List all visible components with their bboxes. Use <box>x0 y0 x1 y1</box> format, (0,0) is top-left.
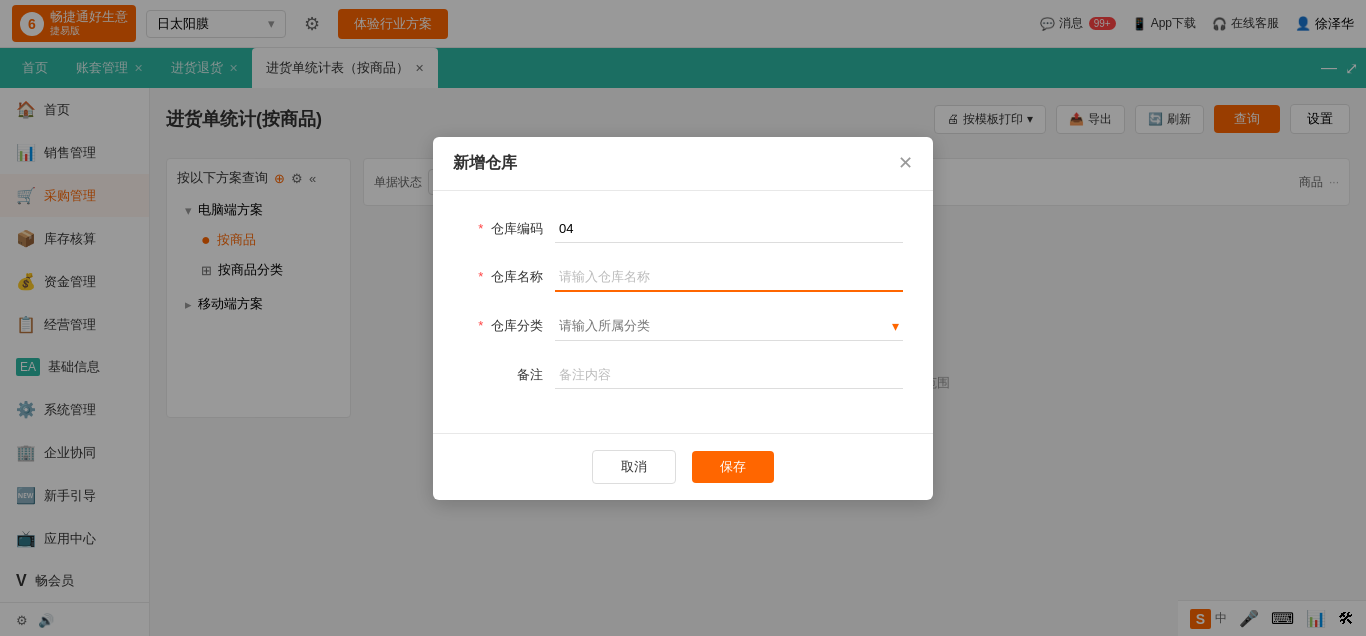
warehouse-type-select[interactable]: ▾ <box>555 312 903 341</box>
remark-input[interactable] <box>555 361 903 389</box>
save-button[interactable]: 保存 <box>692 451 774 483</box>
form-row-type: * 仓库分类 ▾ <box>463 312 903 341</box>
modal-body: * 仓库编码 * 仓库名称 * 仓库分类 <box>433 191 933 433</box>
modal-overlay[interactable]: 新增仓库 ✕ * 仓库编码 * 仓库名称 <box>0 0 1366 636</box>
warehouse-type-input[interactable] <box>559 318 892 333</box>
modal-title: 新增仓库 <box>453 153 517 174</box>
remark-label: 备注 <box>463 366 543 384</box>
warehouse-code-input[interactable] <box>555 215 903 243</box>
required-marker-name: * <box>478 269 483 284</box>
warehouse-code-label: * 仓库编码 <box>463 220 543 238</box>
cancel-button[interactable]: 取消 <box>592 450 676 484</box>
required-marker-type: * <box>478 318 483 333</box>
required-marker-code: * <box>478 221 483 236</box>
modal-add-warehouse: 新增仓库 ✕ * 仓库编码 * 仓库名称 <box>433 137 933 500</box>
form-row-code: * 仓库编码 <box>463 215 903 243</box>
form-row-remark: 备注 <box>463 361 903 389</box>
form-row-name: * 仓库名称 <box>463 263 903 292</box>
modal-header: 新增仓库 ✕ <box>433 137 933 191</box>
modal-close-button[interactable]: ✕ <box>898 154 913 172</box>
modal-footer: 取消 保存 <box>433 433 933 500</box>
type-dropdown-icon: ▾ <box>892 318 899 334</box>
warehouse-name-label: * 仓库名称 <box>463 268 543 286</box>
warehouse-type-label: * 仓库分类 <box>463 317 543 335</box>
warehouse-name-input[interactable] <box>555 263 903 292</box>
